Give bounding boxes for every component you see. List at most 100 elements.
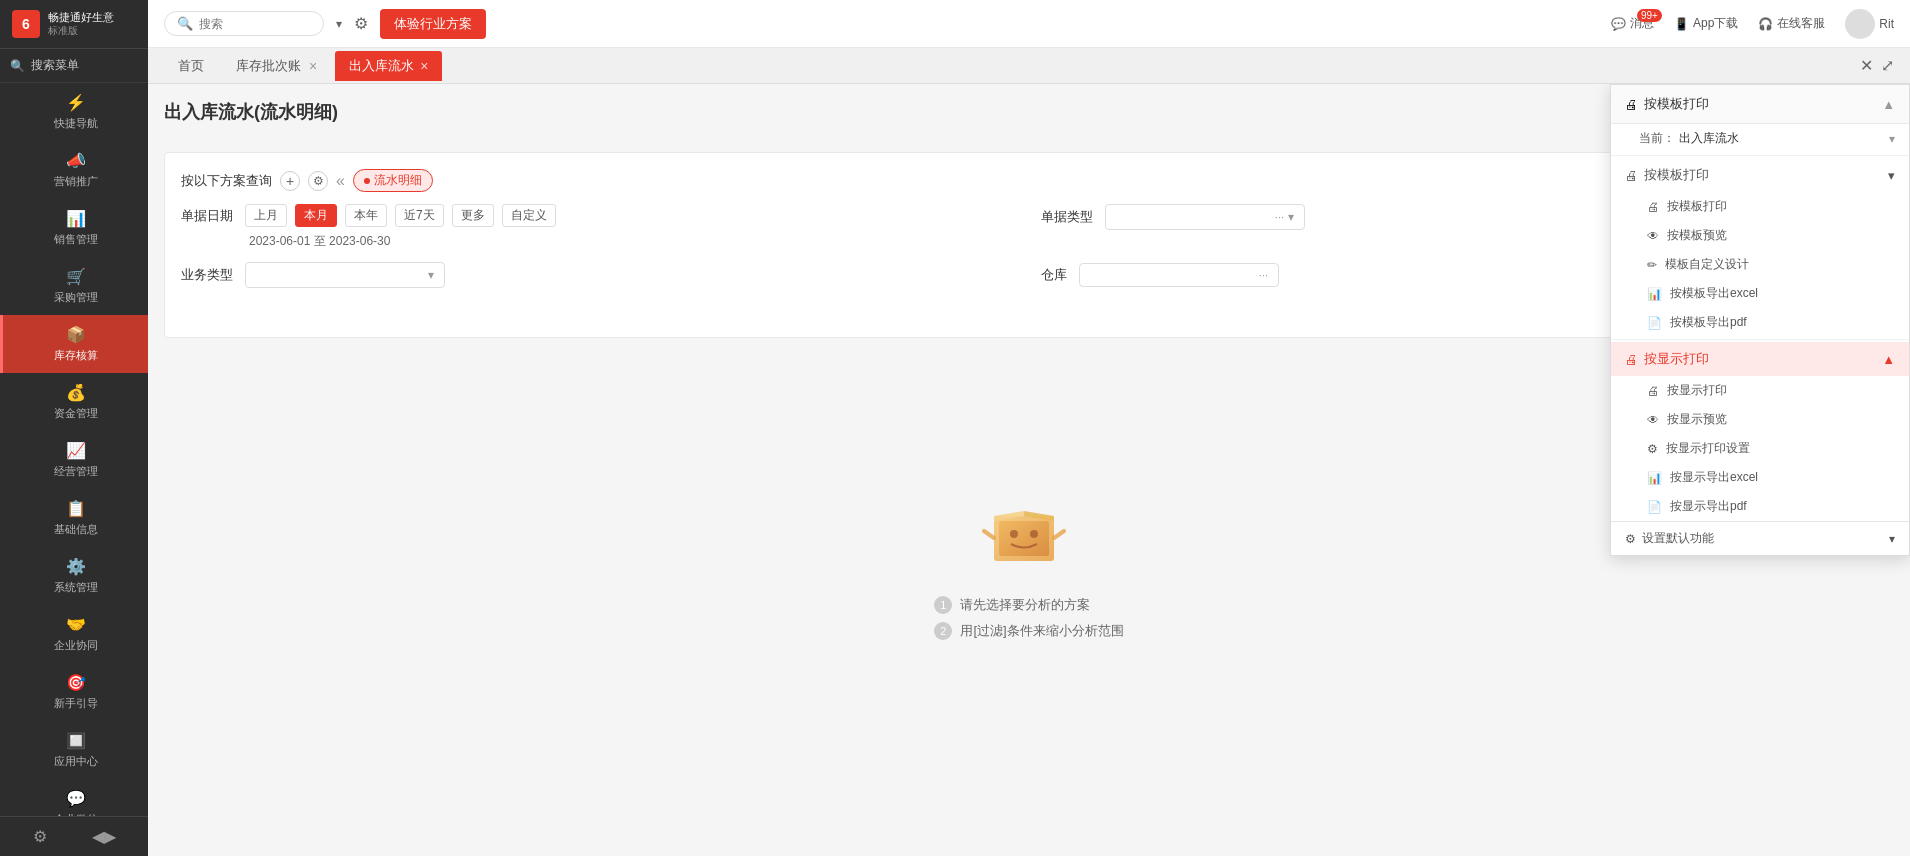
display-print-label: 按显示打印	[1644, 350, 1709, 368]
sidebar-item-jichu[interactable]: 📋 基础信息	[0, 489, 148, 547]
app-download-btn[interactable]: 📱 App下载	[1674, 15, 1738, 32]
empty-step-2: 2 用[过滤]条件来缩小分析范围	[934, 622, 1123, 640]
display-pdf-item[interactable]: 📄 按显示导出pdf	[1611, 492, 1909, 521]
sidebar-item-label: 经营管理	[54, 464, 98, 479]
sidebar-item-label: 系统管理	[54, 580, 98, 595]
tab-flow[interactable]: 出入库流水 ×	[335, 51, 442, 81]
online-service-label: 在线客服	[1777, 15, 1825, 32]
warehouse-more-btn[interactable]: ···	[1259, 269, 1268, 281]
display-settings-icon: ⚙	[1647, 442, 1658, 456]
tab-batch-close[interactable]: ×	[309, 58, 317, 74]
tab-batch[interactable]: 库存批次账 ×	[222, 51, 331, 81]
date-btn-more[interactable]: 更多	[452, 204, 494, 227]
date-btn-last-month[interactable]: 上月	[245, 204, 287, 227]
tab-flow-label: 出入库流水	[349, 57, 414, 75]
sidebar-item-yingyong[interactable]: 🔲 应用中心	[0, 721, 148, 779]
date-range: 2023-06-01 至 2023-06-30	[249, 234, 390, 248]
user-profile[interactable]: Rit	[1845, 9, 1894, 39]
sidebar-item-yingxiao[interactable]: 📣 营销推广	[0, 141, 148, 199]
window-close-icon[interactable]: ✕	[1860, 56, 1873, 75]
date-btn-this-year[interactable]: 本年	[345, 204, 387, 227]
empty-step-2-text: 用[过滤]条件来缩小分析范围	[960, 622, 1123, 640]
template-custom-label: 模板自定义设计	[1665, 256, 1749, 273]
template-preview-item[interactable]: 👁 按模板预览	[1611, 221, 1909, 250]
template-print-icon: 🖨	[1625, 168, 1638, 183]
tab-flow-close[interactable]: ×	[420, 58, 428, 74]
avatar	[1845, 9, 1875, 39]
template-arrow[interactable]: ▾	[1889, 132, 1895, 146]
jichu-icon: 📋	[66, 499, 86, 518]
sidebar-item-qiye[interactable]: 🤝 企业协同	[0, 605, 148, 663]
phone-icon: 📱	[1674, 17, 1689, 31]
print-panel-up-arrow[interactable]: ▲	[1882, 97, 1895, 112]
app-name: 畅捷通好生意	[48, 10, 114, 24]
sidebar-item-xitong[interactable]: ⚙️ 系统管理	[0, 547, 148, 605]
template-preview-label: 按模板预览	[1667, 227, 1727, 244]
biz-type-select[interactable]: ▾	[245, 262, 445, 288]
sidebar-item-weixin[interactable]: 💬 企业微信	[0, 779, 148, 816]
page-area: 出入库流水(流水明细) 🖨 按模板打印 | ⬆ 导出 | ↻ 刷新	[148, 84, 1910, 856]
search-input[interactable]	[199, 17, 299, 31]
print-panel-title: 按模板打印	[1644, 95, 1709, 113]
display-preview-item[interactable]: 👁 按显示预览	[1611, 405, 1909, 434]
filter-settings-btn[interactable]: ⚙	[308, 171, 328, 191]
date-btn-7days[interactable]: 近7天	[395, 204, 444, 227]
industry-btn[interactable]: 体验行业方案	[380, 9, 486, 39]
filter-add-btn[interactable]: +	[280, 171, 300, 191]
settings-icon[interactable]: ⚙	[33, 827, 47, 846]
collapse-icon[interactable]: ◀▶	[92, 827, 116, 846]
tab-home-label: 首页	[178, 58, 204, 73]
window-expand-icon[interactable]: ⤢	[1881, 56, 1894, 75]
tab-home[interactable]: 首页	[164, 51, 218, 81]
filter-collapse-btn[interactable]: «	[336, 172, 345, 190]
step-num-2: 2	[934, 622, 952, 640]
headset-icon: 🎧	[1758, 17, 1773, 31]
filter-label: 按以下方案查询	[181, 172, 272, 190]
display-print-item[interactable]: 🖨 按显示打印	[1611, 376, 1909, 405]
sidebar-item-xinshou[interactable]: 🎯 新手引导	[0, 663, 148, 721]
filter-chip[interactable]: 流水明细	[353, 169, 433, 192]
template-print-item[interactable]: 🖨 按模板打印	[1611, 192, 1909, 221]
display-section-arrow: ▲	[1882, 352, 1895, 367]
jingying-icon: 📈	[66, 441, 86, 460]
search-menu[interactable]: 🔍 搜索菜单	[0, 49, 148, 83]
display-pdf-label: 按显示导出pdf	[1670, 498, 1747, 515]
sidebar-item-label: 库存核算	[54, 348, 98, 363]
sidebar-item-zijin[interactable]: 💰 资金管理	[0, 373, 148, 431]
template-custom-item[interactable]: ✏ 模板自定义设计	[1611, 250, 1909, 279]
type-select[interactable]: ··· ▾	[1105, 204, 1305, 230]
template-pdf-label: 按模板导出pdf	[1670, 314, 1747, 331]
sidebar-item-jingying[interactable]: 📈 经营管理	[0, 431, 148, 489]
online-service-btn[interactable]: 🎧 在线客服	[1758, 15, 1825, 32]
dropdown-arrow[interactable]: ▾	[336, 17, 342, 31]
template-print-section-header[interactable]: 🖨 按模板打印 ▾	[1611, 158, 1909, 192]
display-excel-icon: 📊	[1647, 471, 1662, 485]
warehouse-select[interactable]: ···	[1079, 263, 1279, 287]
svg-point-4	[1010, 530, 1018, 538]
sidebar-item-kucun[interactable]: 📦 库存核算	[0, 315, 148, 373]
current-label: 当前：	[1639, 130, 1675, 147]
message-btn[interactable]: 💬 消息 99+	[1611, 15, 1654, 32]
display-print-section-header[interactable]: 🖨 按显示打印 ▲	[1611, 342, 1909, 376]
sidebar-item-xiaoshou[interactable]: 📊 销售管理	[0, 199, 148, 257]
empty-illustration	[979, 476, 1079, 576]
print-doc-icon: 🖨	[1647, 200, 1659, 214]
main-content: 🔍 ▾ ⚙ 体验行业方案 💬 消息 99+ 📱 App下载 🎧 在线客服 Rit	[148, 0, 1910, 856]
display-settings-label: 按显示打印设置	[1666, 440, 1750, 457]
gear-icon[interactable]: ⚙	[354, 14, 368, 33]
template-excel-item[interactable]: 📊 按模板导出excel	[1611, 279, 1909, 308]
more-btn[interactable]: ···	[1275, 211, 1284, 223]
display-excel-item[interactable]: 📊 按显示导出excel	[1611, 463, 1909, 492]
date-btn-this-month[interactable]: 本月	[295, 204, 337, 227]
empty-step-1: 1 请先选择要分析的方案	[934, 596, 1123, 614]
sidebar-item-label: 企业协同	[54, 638, 98, 653]
template-pdf-item[interactable]: 📄 按模板导出pdf	[1611, 308, 1909, 337]
date-btn-custom[interactable]: 自定义	[502, 204, 556, 227]
display-settings-item[interactable]: ⚙ 按显示打印设置	[1611, 434, 1909, 463]
divider	[1611, 155, 1909, 156]
print-panel-icon: 🖨	[1625, 97, 1638, 112]
sidebar-item-kuaijie[interactable]: ⚡ 快捷导航	[0, 83, 148, 141]
sidebar-item-caigou[interactable]: 🛒 采购管理	[0, 257, 148, 315]
topbar-search[interactable]: 🔍	[164, 11, 324, 36]
print-panel-footer[interactable]: ⚙ 设置默认功能 ▾	[1611, 521, 1909, 555]
